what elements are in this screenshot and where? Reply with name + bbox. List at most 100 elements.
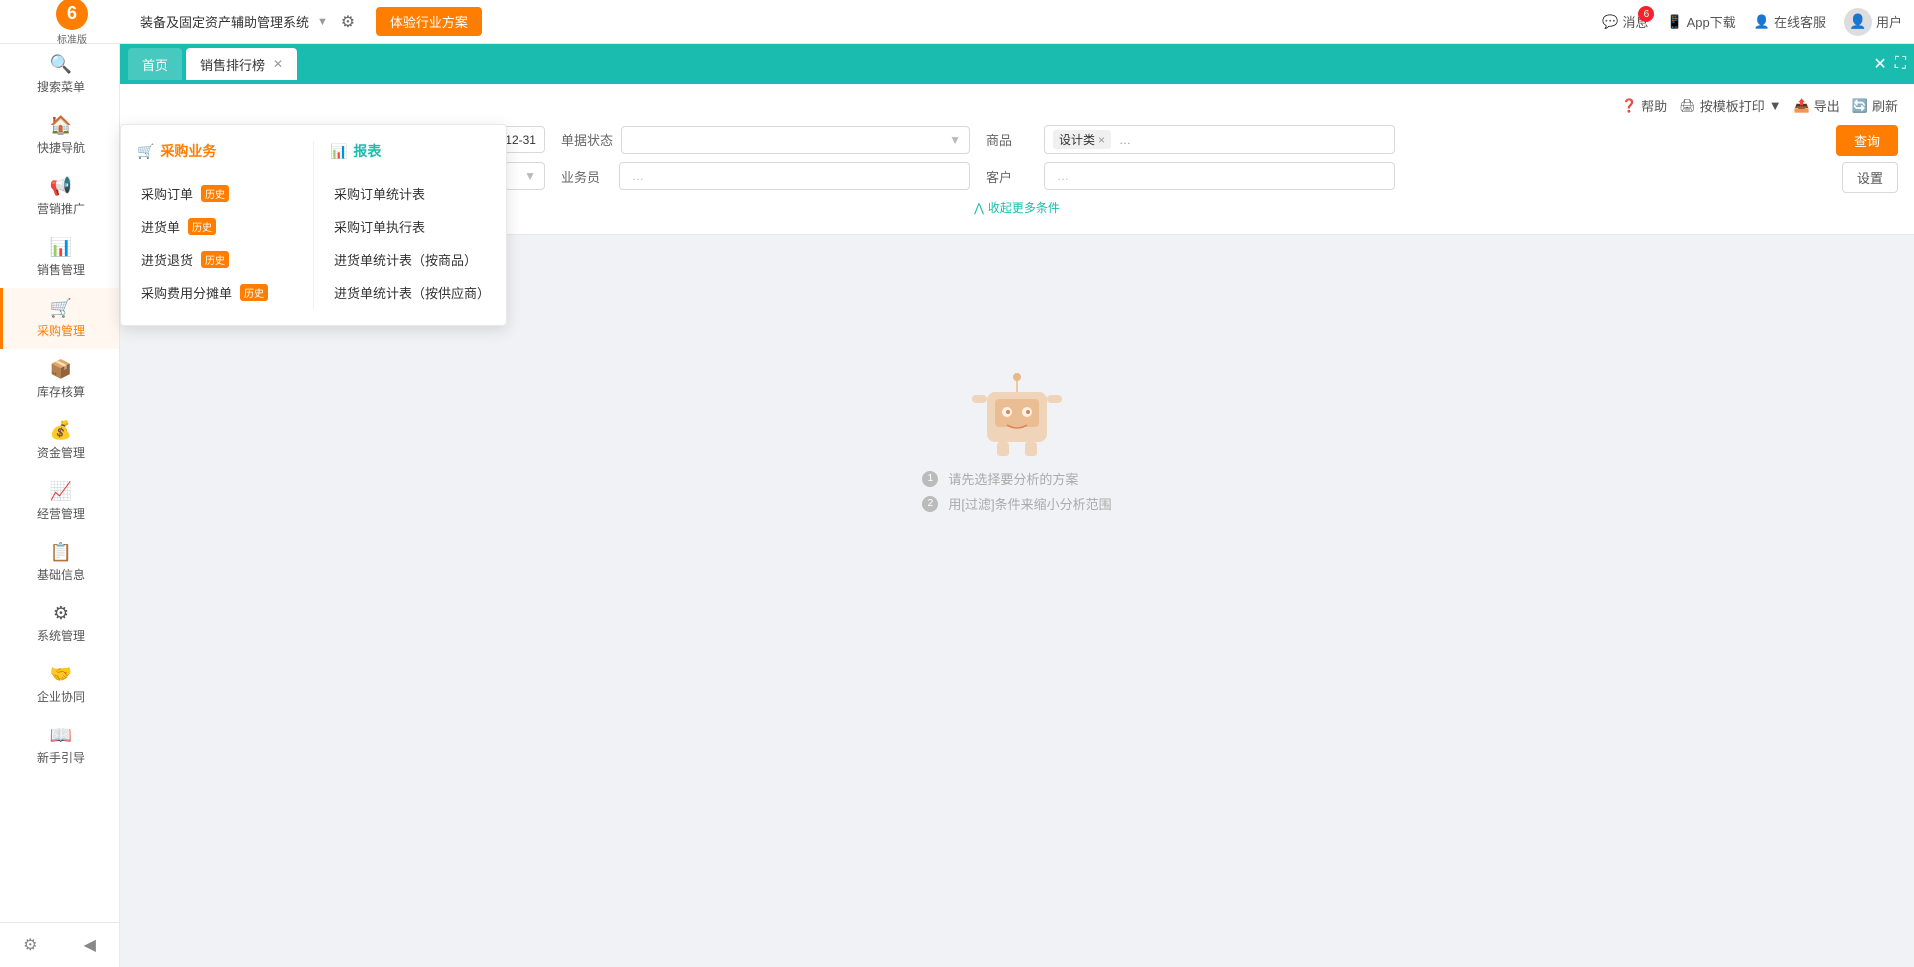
dropdown-report-title: 📊 报表	[330, 141, 490, 167]
header-right: 💬 消息 6 📱 App下载 👤 在线客服 👤 用户	[1602, 8, 1902, 36]
help-icon: ❓	[1621, 98, 1637, 114]
export-icon: 📤	[1794, 98, 1810, 114]
system-title: 装备及固定资产辅助管理系统	[140, 12, 309, 31]
sidebar-settings-btn[interactable]: ⚙	[15, 931, 45, 959]
home-tab-label: 首页	[142, 55, 168, 74]
query-btn[interactable]: 查询	[1836, 125, 1898, 156]
sidebar-item-sales[interactable]: 📊 销售管理	[0, 227, 119, 288]
empty-hint-2: 2 用[过滤]条件来缩小分析范围	[922, 494, 1111, 513]
salesperson-filter-input[interactable]: …	[619, 162, 970, 190]
status-filter-label: 单据状态	[561, 130, 613, 149]
system-dropdown-arrow[interactable]: ▼	[317, 16, 328, 28]
salesperson-filter: 业务员 …	[561, 162, 970, 190]
tab-home[interactable]: 首页	[128, 48, 182, 80]
sidebar-item-search[interactable]: 🔍 搜索菜单	[0, 44, 119, 105]
tab-close-icon[interactable]: ✕	[273, 57, 283, 71]
dropdown-item-return[interactable]: 进货退货 历史	[137, 243, 297, 276]
sidebar-item-inventory[interactable]: 📦 库存核算	[0, 349, 119, 410]
purchase-icon: 🛒	[50, 298, 72, 319]
goods-tag: 设计类 ×	[1053, 130, 1111, 149]
tab-bar: 首页 销售排行榜 ✕ ✕ ⛶	[120, 44, 1914, 84]
messages-action[interactable]: 💬 消息 6	[1602, 12, 1648, 31]
collapse-icon: ⋀	[974, 201, 984, 215]
sidebar-item-guide[interactable]: 📖 新手引导	[0, 715, 119, 776]
history-badge-return: 历史	[201, 251, 229, 268]
search-icon: 🔍	[50, 54, 72, 75]
enterprise-icon: 🤝	[50, 664, 72, 685]
customer-dots: …	[1057, 169, 1069, 183]
sidebar-item-system[interactable]: ⚙ 系统管理	[0, 593, 119, 654]
print-action[interactable]: 🖨 按模板打印 ▼	[1679, 96, 1781, 115]
refresh-action[interactable]: 🔄 刷新	[1852, 96, 1898, 115]
dropdown-purchase-title: 🛒 采购业务	[137, 141, 297, 167]
goods-filter: 商品 设计类 × …	[986, 125, 1395, 154]
history-badge-expense: 历史	[240, 284, 268, 301]
online-service-action[interactable]: 👤 在线客服	[1754, 12, 1826, 31]
sidebar-item-basic[interactable]: 📋 基础信息	[0, 532, 119, 593]
basic-icon: 📋	[50, 542, 72, 563]
dropdown-divider	[313, 141, 314, 309]
tab-bar-actions: ✕ ⛶	[1873, 54, 1906, 74]
sidebar: 🔍 搜索菜单 🏠 快捷导航 📢 营销推广 📊 销售管理 🛒 采购管理 📦 库存核…	[0, 44, 120, 967]
print-dropdown-icon[interactable]: ▼	[1769, 98, 1782, 113]
service-icon: 👤	[1754, 14, 1770, 30]
salesperson-filter-label: 业务员	[561, 167, 611, 186]
tab-fullscreen-btn[interactable]: ⛶	[1895, 55, 1906, 73]
dropdown-item-expense[interactable]: 采购费用分摊单 历史	[137, 276, 297, 309]
tab-sales-rank[interactable]: 销售排行榜 ✕	[186, 48, 297, 80]
sales-icon: 📊	[50, 237, 72, 258]
purchase-menu-icon: 🛒	[137, 143, 154, 160]
sales-rank-tab-label: 销售排行榜	[200, 55, 265, 74]
history-badge-purchase-order: 历史	[201, 185, 229, 202]
message-badge: 6	[1638, 6, 1654, 22]
dropdown-item-order-stats[interactable]: 采购订单统计表	[330, 177, 490, 210]
goods-dots: …	[1119, 133, 1131, 147]
goods-tag-close[interactable]: ×	[1098, 133, 1105, 147]
operation-icon: 📈	[50, 481, 72, 502]
dropdown-col-purchase: 🛒 采购业务 采购订单 历史 进货单 历史 进货退货 历史 采购费用分摊单 历史	[137, 141, 297, 309]
sidebar-item-finance[interactable]: 💰 资金管理	[0, 410, 119, 471]
dropdown-item-order-exec[interactable]: 采购订单执行表	[330, 210, 490, 243]
history-badge-incoming: 历史	[188, 218, 216, 235]
salesperson-dots: …	[632, 169, 644, 183]
sidebar-item-quick[interactable]: 🏠 快捷导航	[0, 105, 119, 166]
app-download-action[interactable]: 📱 App下载	[1666, 12, 1735, 31]
mobile-icon: 📱	[1666, 14, 1682, 30]
dropdown-item-incoming-by-supplier[interactable]: 进货单统计表（按供应商）	[330, 276, 490, 309]
dropdown-item-incoming[interactable]: 进货单 历史	[137, 210, 297, 243]
message-icon: 💬	[1602, 14, 1618, 30]
user-action[interactable]: 👤 用户	[1844, 8, 1902, 36]
goods-filter-label: 商品	[986, 130, 1036, 149]
tab-close-btn[interactable]: ✕	[1873, 54, 1886, 74]
dropdown-item-purchase-order[interactable]: 采购订单 历史	[137, 177, 297, 210]
sidebar-bottom: ⚙ ◀	[0, 922, 119, 967]
header-settings-icon[interactable]: ⚙	[336, 10, 360, 34]
goods-filter-input[interactable]: 设计类 × …	[1044, 125, 1395, 154]
status-filter: 单据状态 ▼	[561, 125, 970, 154]
rank-dropdown-icon[interactable]: ▼	[524, 169, 536, 183]
dropdown-col-report: 📊 报表 采购订单统计表 采购订单执行表 进货单统计表（按商品） 进货单统计表（…	[330, 141, 490, 309]
settings-btn[interactable]: 设置	[1842, 162, 1898, 193]
finance-icon: 💰	[50, 420, 72, 441]
status-dropdown-icon[interactable]: ▼	[949, 133, 961, 147]
sidebar-item-operation[interactable]: 📈 经营管理	[0, 471, 119, 532]
dropdown-item-incoming-by-goods[interactable]: 进货单统计表（按商品）	[330, 243, 490, 276]
customer-filter-label: 客户	[986, 167, 1036, 186]
header-system: 装备及固定资产辅助管理系统 ▼ ⚙ 体验行业方案	[140, 7, 1602, 36]
logo-area: 6 标准版	[12, 0, 132, 46]
marketing-icon: 📢	[50, 176, 72, 197]
status-filter-input[interactable]: ▼	[621, 126, 970, 154]
guide-icon: 📖	[50, 725, 72, 746]
user-avatar: 👤	[1844, 8, 1872, 36]
help-action[interactable]: ❓ 帮助	[1621, 96, 1667, 115]
export-action[interactable]: 📤 导出	[1794, 96, 1840, 115]
industry-btn[interactable]: 体验行业方案	[376, 7, 482, 36]
sidebar-collapse-btn[interactable]: ◀	[76, 931, 104, 959]
sidebar-item-enterprise[interactable]: 🤝 企业协同	[0, 654, 119, 715]
sidebar-item-marketing[interactable]: 📢 营销推广	[0, 166, 119, 227]
report-menu-icon: 📊	[330, 143, 347, 160]
home-icon: 🏠	[50, 115, 72, 136]
customer-filter: 客户 …	[986, 162, 1395, 190]
sidebar-item-purchase[interactable]: 🛒 采购管理	[0, 288, 119, 349]
customer-filter-input[interactable]: …	[1044, 162, 1395, 190]
